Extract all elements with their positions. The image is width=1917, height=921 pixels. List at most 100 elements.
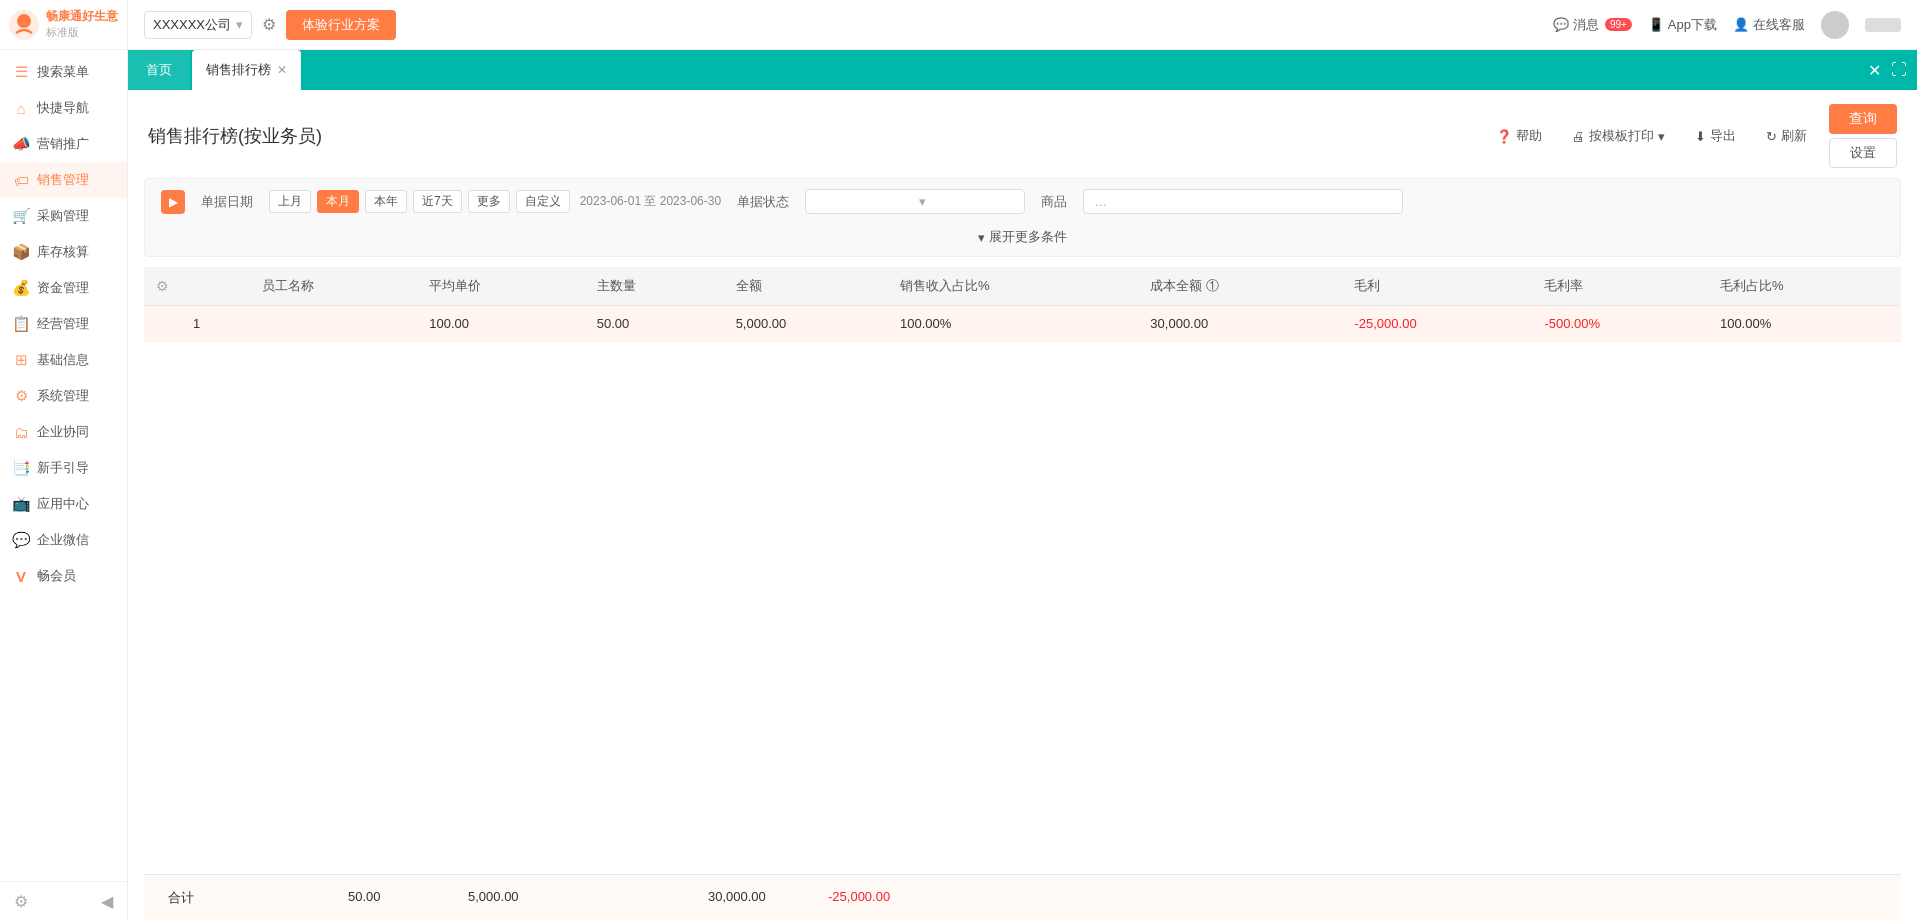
logo-text: 畅康通好生意 xyxy=(46,9,118,25)
message-label: 消息 xyxy=(1573,16,1599,34)
apps-icon: 📺 xyxy=(12,495,30,513)
sidebar-label-purchase: 采购管理 xyxy=(37,207,89,225)
help-icon: ❓ xyxy=(1496,129,1512,144)
sidebar-item-business[interactable]: 📋 经营管理 xyxy=(0,306,127,342)
this-year-btn[interactable]: 本年 xyxy=(365,190,407,213)
app-download-btn[interactable]: 📱 App下载 xyxy=(1648,16,1717,34)
table-row: 1 100.00 50.00 5,000.00 100.00% 30,000.0… xyxy=(144,306,1901,342)
sidebar-item-sales[interactable]: 🏷 销售管理 xyxy=(0,162,127,198)
sidebar-item-member[interactable]: V 畅会员 xyxy=(0,558,127,594)
arrow-right-icon: ▶ xyxy=(169,195,178,209)
sidebar-label-inventory: 库存核算 xyxy=(37,243,89,261)
print-btn[interactable]: 🖨 按模板打印 ▾ xyxy=(1564,123,1673,149)
more-btn[interactable]: 更多 xyxy=(468,190,510,213)
th-cost: 成本全额 ① xyxy=(1138,267,1342,306)
money-icon: 💰 xyxy=(12,279,30,297)
status-select[interactable]: ▾ xyxy=(805,189,1025,214)
message-btn[interactable]: 💬 消息 99+ xyxy=(1553,16,1632,34)
sidebar-item-purchase[interactable]: 🛒 采购管理 xyxy=(0,198,127,234)
footer-label: 合计 xyxy=(156,885,336,911)
help-btn[interactable]: ❓ 帮助 xyxy=(1488,123,1550,149)
sidebar-menu: ☰ 搜索菜单 ⌂ 快捷导航 📣 营销推广 🏷 销售管理 🛒 采购管理 📦 库存核… xyxy=(0,50,127,881)
company-selector[interactable]: XXXXXX公司 ▾ xyxy=(144,11,252,39)
th-name: 员工名称 xyxy=(250,267,417,306)
sidebar-label-business: 经营管理 xyxy=(37,315,89,333)
sidebar-label-apps: 应用中心 xyxy=(37,495,89,513)
query-settings-group: 查询 设置 xyxy=(1829,104,1897,168)
sidebar-label-system: 系统管理 xyxy=(37,387,89,405)
online-service-btn[interactable]: 👤 在线客服 xyxy=(1733,16,1805,34)
sidebar-item-enterprise[interactable]: 🗂 企业协同 xyxy=(0,414,127,450)
cell-amount: 5,000.00 xyxy=(724,306,888,342)
home-icon: ⌂ xyxy=(12,100,30,117)
column-settings-icon[interactable]: ⚙ xyxy=(156,278,169,294)
tab-home[interactable]: 首页 xyxy=(128,50,190,90)
footer-settings-icon[interactable]: ⚙ xyxy=(14,892,28,911)
main-content: XXXXXX公司 ▾ ⚙ 体验行业方案 💬 消息 99+ 📱 App下载 👤 在… xyxy=(128,0,1917,921)
sidebar-item-quick-nav[interactable]: ⌂ 快捷导航 xyxy=(0,90,127,126)
tab-sales-ranking[interactable]: 销售排行榜 ✕ xyxy=(192,50,301,90)
page-title: 销售排行榜(按业务员) xyxy=(148,124,322,148)
tab-close-icon[interactable]: ✕ xyxy=(277,63,287,77)
cell-avg-price: 100.00 xyxy=(417,306,584,342)
sidebar-item-finance[interactable]: 💰 资金管理 xyxy=(0,270,127,306)
tab-active-label: 销售排行榜 xyxy=(206,61,271,79)
last7-btn[interactable]: 近7天 xyxy=(413,190,462,213)
page-actions: ❓ 帮助 🖨 按模板打印 ▾ ⬇ 导出 ↻ 刷新 查询 xyxy=(1488,104,1897,168)
tab-home-label: 首页 xyxy=(146,61,172,79)
gear-icon: ⚙ xyxy=(12,387,30,405)
window-fullscreen-icon[interactable]: ⛶ xyxy=(1891,61,1907,79)
settings-icon[interactable]: ⚙ xyxy=(262,15,276,34)
service-icon: 👤 xyxy=(1733,17,1749,32)
table-footer: 合计 50.00 5,000.00 30,000.00 -25,000.00 xyxy=(144,874,1901,921)
th-settings[interactable]: ⚙ xyxy=(144,267,181,306)
custom-btn[interactable]: 自定义 xyxy=(516,190,570,213)
table-header-row: ⚙ 员工名称 平均单价 主数量 全额 xyxy=(144,267,1901,306)
goods-select[interactable]: … xyxy=(1083,189,1403,214)
goods-label: 商品 xyxy=(1041,193,1067,211)
settings-btn[interactable]: 设置 xyxy=(1829,138,1897,168)
sidebar-item-wechat[interactable]: 💬 企业微信 xyxy=(0,522,127,558)
sidebar-logo: 畅康通好生意 标准版 xyxy=(0,0,127,50)
cell-name xyxy=(250,306,417,342)
phone-icon: 📱 xyxy=(1648,17,1664,32)
sidebar-label-search: 搜索菜单 xyxy=(37,63,89,81)
sidebar-item-search[interactable]: ☰ 搜索菜单 xyxy=(0,54,127,90)
window-close-icon[interactable]: ✕ xyxy=(1868,61,1881,80)
avatar[interactable] xyxy=(1821,11,1849,39)
filter-expand-arrow[interactable]: ▶ xyxy=(161,190,185,214)
footer-collapse-icon[interactable]: ◀ xyxy=(101,892,113,911)
chevron-down-icon: ▾ xyxy=(236,17,243,32)
sidebar-item-marketing[interactable]: 📣 营销推广 xyxy=(0,126,127,162)
sidebar-item-apps[interactable]: 📺 应用中心 xyxy=(0,486,127,522)
th-main-qty: 主数量 xyxy=(585,267,724,306)
trial-btn[interactable]: 体验行业方案 xyxy=(286,10,396,40)
cell-gross: -25,000.00 xyxy=(1342,306,1532,342)
topbar: XXXXXX公司 ▾ ⚙ 体验行业方案 💬 消息 99+ 📱 App下载 👤 在… xyxy=(128,0,1917,50)
sidebar-label-enterprise: 企业协同 xyxy=(37,423,89,441)
th-gross-rate: 毛利率 xyxy=(1532,267,1708,306)
logo-icon xyxy=(8,9,40,41)
last-month-btn[interactable]: 上月 xyxy=(269,190,311,213)
status-chevron-icon: ▾ xyxy=(919,194,1014,209)
sidebar-item-guide[interactable]: 📑 新手引导 xyxy=(0,450,127,486)
sidebar-label-wechat: 企业微信 xyxy=(37,531,89,549)
sidebar-item-system[interactable]: ⚙ 系统管理 xyxy=(0,378,127,414)
megaphone-icon: 📣 xyxy=(12,135,30,153)
query-btn[interactable]: 查询 xyxy=(1829,104,1897,134)
status-label: 单据状态 xyxy=(737,193,789,211)
date-label: 单据日期 xyxy=(201,193,253,211)
logo-sub: 标准版 xyxy=(46,25,118,40)
print-chevron-icon: ▾ xyxy=(1658,129,1665,144)
sidebar: 畅康通好生意 标准版 ☰ 搜索菜单 ⌂ 快捷导航 📣 营销推广 🏷 销售管理 🛒… xyxy=(0,0,128,921)
cell-gross-rate: -500.00% xyxy=(1532,306,1708,342)
sidebar-item-base[interactable]: ⊞ 基础信息 xyxy=(0,342,127,378)
this-month-btn[interactable]: 本月 xyxy=(317,190,359,213)
refresh-btn[interactable]: ↻ 刷新 xyxy=(1758,123,1815,149)
cart-icon: 🛒 xyxy=(12,207,30,225)
sidebar-item-inventory[interactable]: 📦 库存核算 xyxy=(0,234,127,270)
export-btn[interactable]: ⬇ 导出 xyxy=(1687,123,1744,149)
sidebar-label-member: 畅会员 xyxy=(37,567,76,585)
page-content: 销售排行榜(按业务员) ❓ 帮助 🖨 按模板打印 ▾ ⬇ 导出 ↻ 刷新 xyxy=(128,90,1917,921)
expand-more-btn[interactable]: ▾ 展开更多条件 xyxy=(978,228,1067,246)
